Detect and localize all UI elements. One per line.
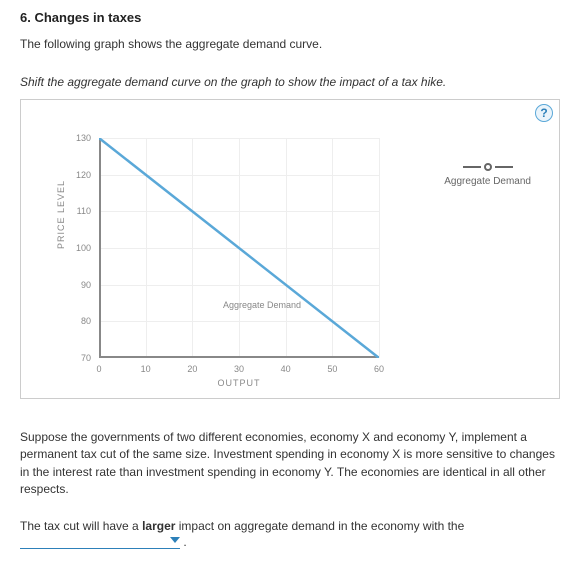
y-tick: 100 [76,243,91,253]
fill-sentence: The tax cut will have a larger impact on… [20,519,564,549]
y-tick: 130 [76,133,91,143]
fill-end: . [183,535,186,549]
legend-swatch-icon [463,162,513,172]
fill-prefix: The tax cut will have a [20,519,142,533]
legend-hollow-circle-icon [484,163,492,171]
help-button[interactable]: ? [535,104,553,122]
curve-annotation: Aggregate Demand [223,300,301,310]
aggregate-demand-curve[interactable] [99,138,379,358]
x-tick: 40 [281,364,291,374]
question-instruction: Shift the aggregate demand curve on the … [20,75,564,89]
y-tick: 120 [76,170,91,180]
y-tick: 90 [81,280,91,290]
y-tick: 80 [81,316,91,326]
question-intro: The following graph shows the aggregate … [20,37,564,51]
answer-dropdown[interactable] [20,533,180,549]
fill-suffix: impact on aggregate demand in the econom… [179,519,465,533]
y-tick: 110 [77,206,91,216]
x-tick: 20 [187,364,197,374]
x-tick: 30 [234,364,244,374]
y-axis-label: PRICE LEVEL [56,180,66,249]
legend-label: Aggregate Demand [444,176,531,187]
question-heading: 6. Changes in taxes [20,10,564,25]
x-axis-label: OUTPUT [218,378,261,388]
y-tick: 70 [81,353,91,363]
x-tick: 0 [96,364,101,374]
x-tick: 10 [141,364,151,374]
x-tick: 60 [374,364,384,374]
legend: Aggregate Demand [444,162,531,187]
question-paragraph: Suppose the governments of two different… [20,429,564,499]
plot-area: 130 120 110 100 90 80 70 0 10 20 30 40 5… [99,138,379,358]
fill-bold: larger [142,519,175,533]
x-tick: 50 [327,364,337,374]
graph-container: ? Aggregate Demand PRICE LEVEL 130 120 1… [20,99,560,399]
